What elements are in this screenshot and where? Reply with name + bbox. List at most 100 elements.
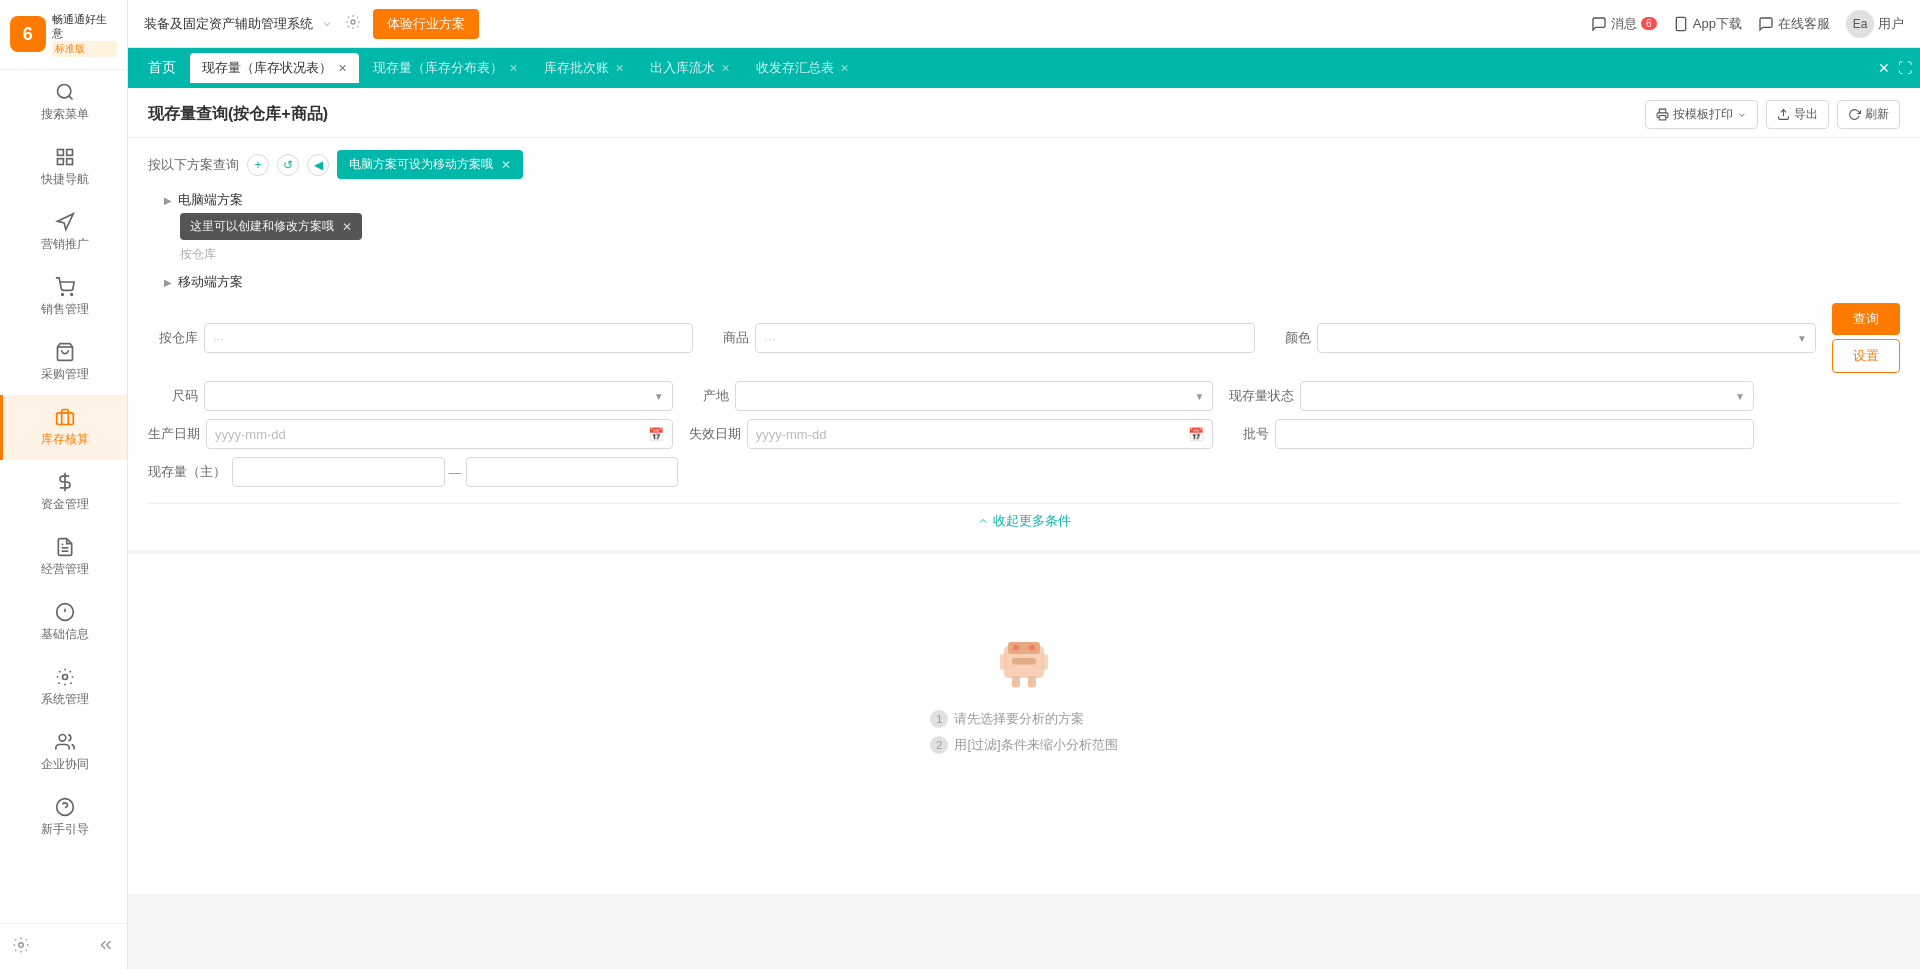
topbar: 装备及固定资产辅助管理系统 体验行业方案 消息 6 App下载 在线客服 — [128, 0, 1920, 48]
empty-tip-2: 2 用[过滤]条件来缩小分析范围 — [930, 736, 1117, 754]
scheme-tree: ▶ 电脑端方案 这里可以创建和修改方案哦 ✕ 按仓库 ▶ 移动端方案 — [164, 187, 1900, 295]
sidebar-label-operations: 经营管理 — [41, 561, 89, 578]
reset-button[interactable]: 设置 — [1832, 339, 1900, 373]
sidebar-item-basic[interactable]: 基础信息 — [0, 590, 127, 655]
sidebar-item-enterprise[interactable]: 企业协同 — [0, 720, 127, 785]
main-area: 装备及固定资产辅助管理系统 体验行业方案 消息 6 App下载 在线客服 — [128, 0, 1920, 969]
app-download-button[interactable]: App下载 — [1673, 15, 1742, 33]
svg-rect-4 — [67, 158, 73, 164]
expire-date-field: 失效日期 yyyy-mm-dd 📅 — [689, 419, 1214, 449]
sidebar-item-marketing[interactable]: 营销推广 — [0, 200, 127, 265]
batch-input[interactable] — [1275, 419, 1754, 449]
svg-point-0 — [58, 84, 71, 97]
refresh-scheme-button[interactable]: ↺ — [277, 154, 299, 176]
origin-label: 产地 — [689, 387, 729, 405]
sidebar-item-purchase[interactable]: 采购管理 — [0, 330, 127, 395]
sidebar-logo: 6 畅通通好生意 标准版 — [0, 0, 127, 70]
refresh-label: 刷新 — [1865, 106, 1889, 123]
search-row-2: 尺码 ▼ 产地 ▼ 现存量状态 — [148, 381, 1900, 411]
goods-input[interactable]: ··· — [755, 323, 1254, 353]
system-name: 装备及固定资产辅助管理系统 — [144, 15, 313, 33]
export-button[interactable]: 导出 — [1766, 100, 1829, 129]
online-service-button[interactable]: 在线客服 — [1758, 15, 1830, 33]
tabbar-actions: ✕ ⛶ — [1878, 60, 1912, 76]
sidebar-item-operations[interactable]: 经营管理 — [0, 525, 127, 590]
sidebar-item-search[interactable]: 搜索菜单 — [0, 70, 127, 135]
warehouse-input[interactable]: ··· — [204, 323, 693, 353]
tab-close-inventory-status[interactable]: ✕ — [338, 62, 347, 75]
scheme-label: 按以下方案查询 — [148, 156, 239, 174]
sidebar-label-system: 系统管理 — [41, 691, 89, 708]
warehouse-field: 按仓库 ··· — [148, 323, 693, 353]
origin-select[interactable]: ▼ — [735, 381, 1214, 411]
template-print-button[interactable]: 按模板打印 — [1645, 100, 1758, 129]
stock-status-label: 现存量状态 — [1229, 387, 1294, 405]
sidebar-item-guide[interactable]: 新手引导 — [0, 785, 127, 850]
prev-scheme-button[interactable]: ◀ — [307, 154, 329, 176]
tab-summary[interactable]: 收发存汇总表 ✕ — [744, 53, 861, 83]
sidebar-item-system[interactable]: 系统管理 — [0, 655, 127, 720]
prod-date-start-input[interactable]: yyyy-mm-dd 📅 — [206, 419, 673, 449]
stock-status-select[interactable]: ▼ — [1300, 381, 1754, 411]
user-menu[interactable]: Ea 用户 — [1846, 10, 1904, 38]
size-select[interactable]: ▼ — [204, 381, 673, 411]
svg-point-5 — [62, 293, 64, 295]
sidebar-label-search: 搜索菜单 — [41, 106, 89, 123]
tooltip2-close-icon[interactable]: ✕ — [342, 220, 352, 234]
experience-btn[interactable]: 体验行业方案 — [373, 9, 479, 39]
scheme-tooltip-2: 这里可以创建和修改方案哦 ✕ — [180, 213, 362, 240]
add-scheme-button[interactable]: + — [247, 154, 269, 176]
tab-home[interactable]: 首页 — [136, 53, 188, 83]
tab-close-inventory-dist[interactable]: ✕ — [509, 62, 518, 75]
sidebar-label-sales: 销售管理 — [41, 301, 89, 318]
sidebar-label-basic: 基础信息 — [41, 626, 89, 643]
search-button[interactable]: 查询 — [1832, 303, 1900, 335]
svg-rect-1 — [58, 149, 64, 155]
collapse-sidebar-icon[interactable] — [97, 936, 115, 957]
close-all-tabs-button[interactable]: ✕ — [1878, 60, 1890, 76]
tab-close-batch-account[interactable]: ✕ — [615, 62, 624, 75]
fullscreen-button[interactable]: ⛶ — [1898, 60, 1912, 76]
search-action-btns: 查询 设置 — [1832, 303, 1900, 373]
empty-state: 1 请先选择要分析的方案 2 用[过滤]条件来缩小分析范围 — [128, 554, 1920, 814]
settings-gear-icon[interactable] — [345, 14, 361, 33]
system-selector[interactable]: 装备及固定资产辅助管理系统 — [144, 15, 333, 33]
qty-label: 现存量（主） — [148, 463, 226, 481]
tab-close-inout-flow[interactable]: ✕ — [721, 62, 730, 75]
sidebar-item-sales[interactable]: 销售管理 — [0, 265, 127, 330]
sidebar-item-inventory[interactable]: 库存核算 — [0, 395, 127, 460]
scheme-pc-group[interactable]: ▶ 电脑端方案 — [164, 187, 1900, 213]
refresh-button[interactable]: 刷新 — [1837, 100, 1900, 129]
qty-max-input[interactable] — [466, 457, 679, 487]
prod-date-label: 生产日期 — [148, 425, 200, 443]
tab-batch-account[interactable]: 库存批次账 ✕ — [532, 53, 636, 83]
color-select[interactable]: ▼ — [1317, 323, 1816, 353]
tab-inout-flow[interactable]: 出入库流水 ✕ — [638, 53, 742, 83]
size-chevron: ▼ — [654, 391, 664, 402]
goods-field: 商品 ··· — [709, 323, 1254, 353]
messages-button[interactable]: 消息 6 — [1591, 15, 1657, 33]
empty-tip-1: 1 请先选择要分析的方案 — [930, 710, 1117, 728]
expire-date-input[interactable]: yyyy-mm-dd 📅 — [747, 419, 1214, 449]
page-actions: 按模板打印 导出 刷新 — [1645, 100, 1900, 129]
sidebar-label-finance: 资金管理 — [41, 496, 89, 513]
warehouse-dots: ··· — [213, 331, 224, 346]
sidebar-item-quicknav[interactable]: 快捷导航 — [0, 135, 127, 200]
tip-text-2: 用[过滤]条件来缩小分析范围 — [954, 736, 1117, 754]
scheme-tooltip-1: 电脑方案可设为移动方案哦 ✕ — [337, 150, 523, 179]
svg-point-28 — [1029, 644, 1035, 650]
tooltip1-close-icon[interactable]: ✕ — [501, 158, 511, 172]
qty-min-input[interactable] — [232, 457, 445, 487]
page-title: 现存量查询(按仓库+商品) — [148, 104, 328, 125]
collapse-conditions-button[interactable]: 收起更多条件 — [148, 503, 1900, 538]
pc-warehouse-item[interactable]: 按仓库 — [180, 244, 1900, 265]
qty-range-sep: — — [449, 465, 462, 480]
scheme-mobile-group[interactable]: ▶ 移动端方案 — [164, 269, 1900, 295]
tab-inventory-status[interactable]: 现存量（库存状况表） ✕ — [190, 53, 359, 83]
search-row-3: 生产日期 yyyy-mm-dd 📅 失效日期 yyyy-mm-dd 📅 — [148, 419, 1900, 449]
prod-date-field: 生产日期 yyyy-mm-dd 📅 — [148, 419, 673, 449]
sidebar-item-finance[interactable]: 资金管理 — [0, 460, 127, 525]
settings-icon[interactable] — [12, 936, 30, 957]
tab-inventory-dist[interactable]: 现存量（库存分布表） ✕ — [361, 53, 530, 83]
tab-close-summary[interactable]: ✕ — [840, 62, 849, 75]
